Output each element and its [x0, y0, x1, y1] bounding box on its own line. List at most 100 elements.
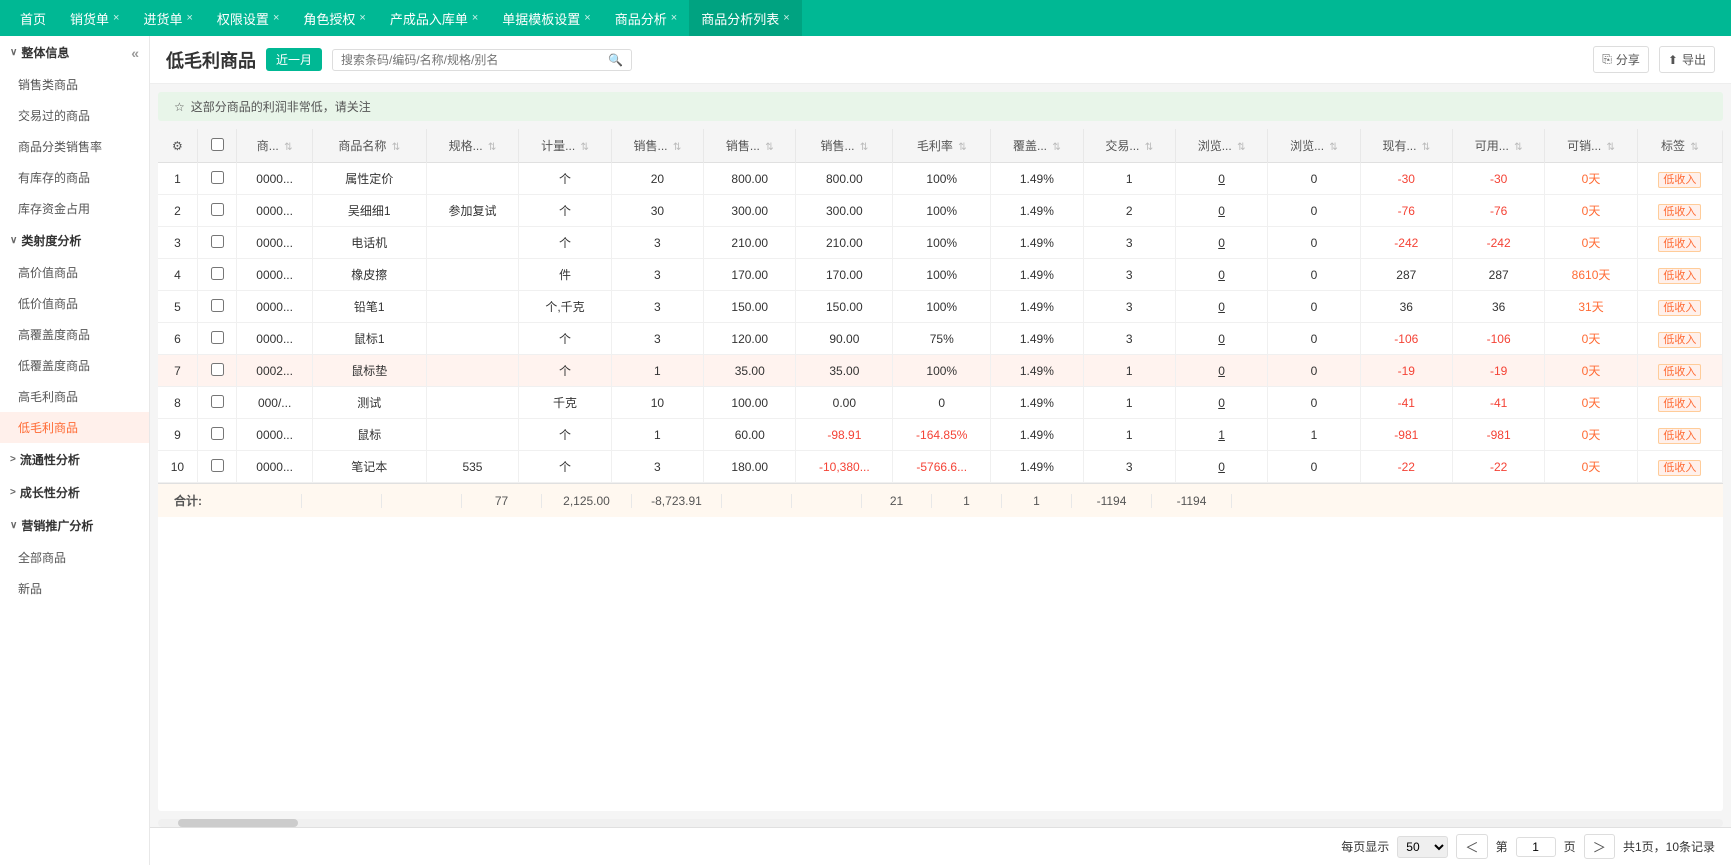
- row-checkbox[interactable]: [197, 195, 237, 227]
- row-views1[interactable]: 0: [1175, 387, 1267, 419]
- row-select-checkbox[interactable]: [211, 267, 224, 280]
- col-tag[interactable]: 标签 ⇅: [1637, 129, 1722, 163]
- close-icon[interactable]: ×: [273, 12, 279, 24]
- views-link[interactable]: 0: [1218, 268, 1225, 282]
- views-link[interactable]: 0: [1218, 236, 1225, 250]
- row-views1[interactable]: 0: [1175, 163, 1267, 195]
- row-views1[interactable]: 0: [1175, 195, 1267, 227]
- select-all-checkbox[interactable]: [211, 138, 224, 151]
- nav-item-商品分析列表[interactable]: 商品分析列表×: [689, 0, 801, 36]
- nav-item-权限设置[interactable]: 权限设置×: [205, 0, 291, 36]
- col-coverage[interactable]: 覆盖... ⇅: [991, 129, 1083, 163]
- views-link[interactable]: 0: [1218, 204, 1225, 218]
- close-icon[interactable]: ×: [359, 12, 365, 24]
- nav-item-产成品入库单[interactable]: 产成品入库单×: [378, 0, 490, 36]
- row-select-checkbox[interactable]: [211, 299, 224, 312]
- row-select-checkbox[interactable]: [211, 171, 224, 184]
- col-code[interactable]: 商... ⇅: [237, 129, 313, 163]
- row-checkbox[interactable]: [197, 163, 237, 195]
- nav-item-进货单[interactable]: 进货单×: [131, 0, 204, 36]
- row-select-checkbox[interactable]: [211, 235, 224, 248]
- row-views1[interactable]: 0: [1175, 291, 1267, 323]
- row-checkbox[interactable]: [197, 355, 237, 387]
- row-select-checkbox[interactable]: [211, 395, 224, 408]
- nav-item-商品分析[interactable]: 商品分析×: [603, 0, 689, 36]
- sidebar-group-营销推广分析[interactable]: ∨营销推广分析: [0, 509, 149, 542]
- close-icon[interactable]: ×: [113, 12, 119, 24]
- col-spec[interactable]: 规格... ⇅: [426, 129, 519, 163]
- col-sales-count[interactable]: 销售... ⇅: [611, 129, 703, 163]
- row-views1[interactable]: 0: [1175, 451, 1267, 483]
- row-checkbox[interactable]: [197, 451, 237, 483]
- views-link[interactable]: 0: [1218, 460, 1225, 474]
- sidebar-item-商品分类销售率[interactable]: 商品分类销售率: [0, 131, 149, 162]
- col-gross-margin[interactable]: 毛利率 ⇅: [893, 129, 991, 163]
- nav-item-角色授权[interactable]: 角色授权×: [291, 0, 377, 36]
- sidebar-item-库存资金占用[interactable]: 库存资金占用: [0, 193, 149, 224]
- horizontal-scrollbar[interactable]: [158, 819, 1723, 827]
- row-checkbox[interactable]: [197, 291, 237, 323]
- nav-item-首页[interactable]: 首页: [8, 0, 58, 36]
- col-unit[interactable]: 计量... ⇅: [519, 129, 611, 163]
- nav-item-销货单[interactable]: 销货单×: [58, 0, 131, 36]
- views-link[interactable]: 1: [1218, 428, 1225, 442]
- sidebar-item-新品[interactable]: 新品: [0, 573, 149, 604]
- sidebar-item-高价值商品[interactable]: 高价值商品: [0, 257, 149, 288]
- views-link[interactable]: 0: [1218, 364, 1225, 378]
- sidebar-item-高毛利商品[interactable]: 高毛利商品: [0, 381, 149, 412]
- close-icon[interactable]: ×: [783, 12, 789, 24]
- row-views1[interactable]: 0: [1175, 323, 1267, 355]
- views-link[interactable]: 0: [1218, 396, 1225, 410]
- views-link[interactable]: 0: [1218, 332, 1225, 346]
- prev-page-button[interactable]: ＜: [1456, 834, 1487, 859]
- sidebar-group-整体信息[interactable]: ∨整体信息«: [0, 36, 149, 69]
- sidebar-item-高覆盖度商品[interactable]: 高覆盖度商品: [0, 319, 149, 350]
- row-select-checkbox[interactable]: [211, 427, 224, 440]
- col-current-stock[interactable]: 现有... ⇅: [1360, 129, 1452, 163]
- col-transactions[interactable]: 交易... ⇅: [1083, 129, 1175, 163]
- close-icon[interactable]: ×: [472, 12, 478, 24]
- search-icon[interactable]: 🔍: [608, 53, 623, 67]
- sidebar-item-交易过的商品[interactable]: 交易过的商品: [0, 100, 149, 131]
- row-select-checkbox[interactable]: [211, 203, 224, 216]
- nav-item-单据模板设置[interactable]: 单据模板设置×: [490, 0, 602, 36]
- col-available-stock[interactable]: 可用... ⇅: [1452, 129, 1544, 163]
- col-views2[interactable]: 浏览... ⇅: [1268, 129, 1360, 163]
- col-name[interactable]: 商品名称 ⇅: [312, 129, 426, 163]
- row-views1[interactable]: 0: [1175, 355, 1267, 387]
- col-views1[interactable]: 浏览... ⇅: [1175, 129, 1267, 163]
- search-input[interactable]: [341, 53, 604, 67]
- row-views1[interactable]: 1: [1175, 419, 1267, 451]
- row-checkbox[interactable]: [197, 259, 237, 291]
- row-checkbox[interactable]: [197, 387, 237, 419]
- sidebar-group-成长性分析[interactable]: >成长性分析: [0, 476, 149, 509]
- sidebar-item-有库存的商品[interactable]: 有库存的商品: [0, 162, 149, 193]
- row-checkbox[interactable]: [197, 419, 237, 451]
- row-views1[interactable]: 0: [1175, 259, 1267, 291]
- sidebar-item-全部商品[interactable]: 全部商品: [0, 542, 149, 573]
- row-checkbox[interactable]: [197, 227, 237, 259]
- row-checkbox[interactable]: [197, 323, 237, 355]
- close-icon[interactable]: ×: [584, 12, 590, 24]
- page-number-input[interactable]: [1516, 837, 1556, 857]
- collapse-sidebar-button[interactable]: «: [131, 45, 139, 61]
- scrollbar-thumb[interactable]: [178, 819, 298, 827]
- row-select-checkbox[interactable]: [211, 331, 224, 344]
- page-size-select[interactable]: 50 20 100: [1397, 836, 1448, 858]
- close-icon[interactable]: ×: [671, 12, 677, 24]
- period-button[interactable]: 近一月: [266, 48, 322, 71]
- row-select-checkbox[interactable]: [211, 363, 224, 376]
- col-sales-profit[interactable]: 销售... ⇅: [796, 129, 893, 163]
- sidebar-item-销售类商品[interactable]: 销售类商品: [0, 69, 149, 100]
- share-button[interactable]: ⎘ 分享: [1593, 46, 1649, 73]
- row-select-checkbox[interactable]: [211, 459, 224, 472]
- col-settings[interactable]: ⚙: [158, 129, 197, 163]
- sidebar-item-低覆盖度商品[interactable]: 低覆盖度商品: [0, 350, 149, 381]
- sidebar-item-低价值商品[interactable]: 低价值商品: [0, 288, 149, 319]
- col-sales-amount[interactable]: 销售... ⇅: [704, 129, 796, 163]
- sidebar-item-低毛利商品[interactable]: 低毛利商品: [0, 412, 149, 443]
- sidebar-group-流通性分析[interactable]: >流通性分析: [0, 443, 149, 476]
- export-button[interactable]: ⬆ 导出: [1659, 46, 1715, 73]
- col-saleable[interactable]: 可销... ⇅: [1545, 129, 1637, 163]
- row-views1[interactable]: 0: [1175, 227, 1267, 259]
